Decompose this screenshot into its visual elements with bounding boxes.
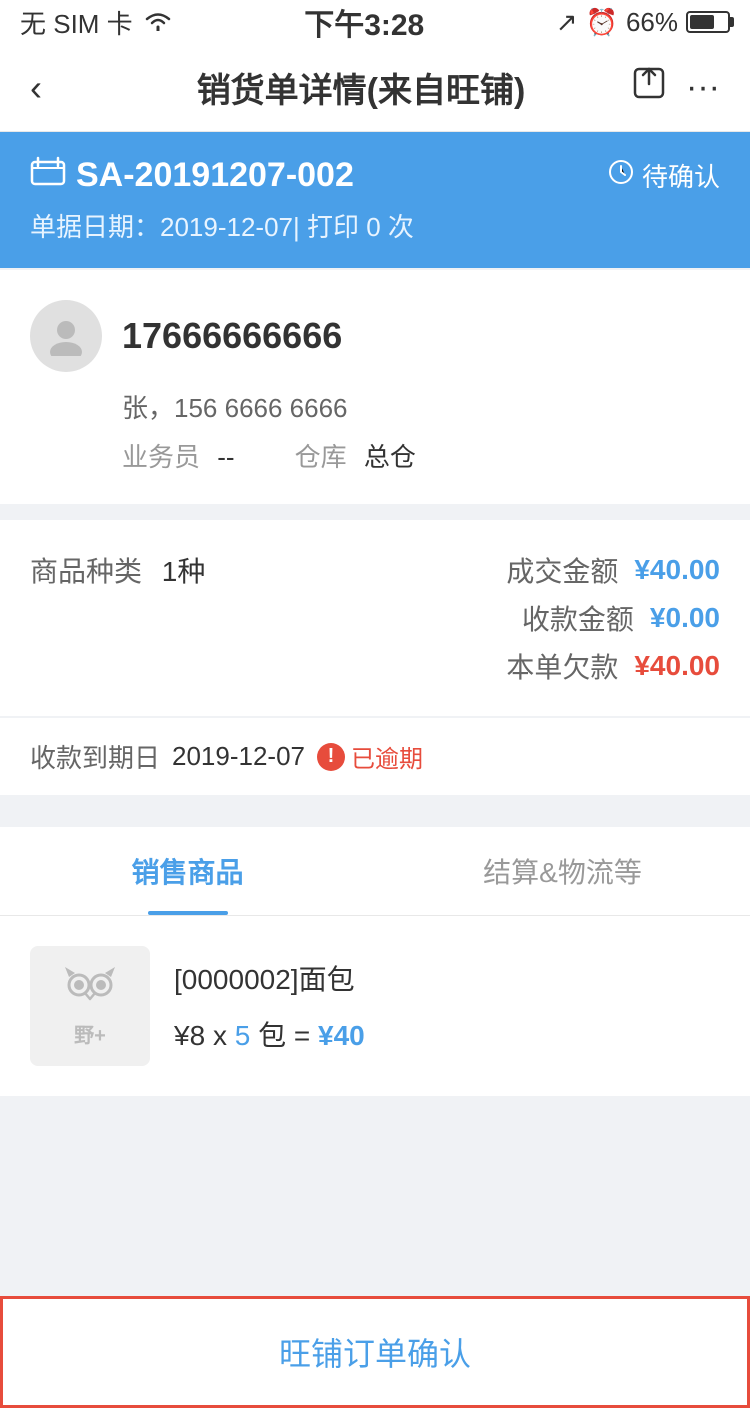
order-header: SA-20191207-002 待确认 单据日期：2019-12-07| 打印 … — [0, 132, 750, 268]
tabs-container: 销售商品 结算&物流等 — [0, 827, 750, 916]
due-date-section: 收款到期日 2019-12-07 ! 已逾期 — [0, 718, 750, 795]
customer-phone: 17666666666 — [122, 315, 342, 357]
order-icon — [30, 156, 66, 195]
product-item: 野+ [0000002]面包 ¥8 x 5 包 = ¥40 — [0, 916, 750, 1096]
summary-card: 商品种类 1种 成交金额 ¥40.00 收款金额 ¥0.00 本单欠款 ¥40.… — [0, 520, 750, 716]
product-price-row: ¥8 x 5 包 = ¥40 — [174, 1014, 720, 1054]
location-icon: ↗ — [556, 7, 578, 38]
status-time: 下午3:28 — [304, 0, 424, 44]
tab-active-indicator — [148, 911, 228, 915]
summary-right: 成交金额 ¥40.00 收款金额 ¥0.00 本单欠款 ¥40.00 — [506, 550, 720, 686]
brand-text: 野+ — [74, 1019, 106, 1048]
amount-item: 成交金额 ¥40.00 — [506, 550, 720, 590]
empty-content-area — [0, 1096, 750, 1296]
nav-bar: ‹ 销货单详情(来自旺铺) ··· — [0, 44, 750, 132]
product-name: [0000002]面包 — [174, 958, 720, 998]
battery-icon — [686, 11, 730, 33]
received-item: 收款金额 ¥0.00 — [522, 598, 720, 638]
products-section: 野+ [0000002]面包 ¥8 x 5 包 = ¥40 — [0, 916, 750, 1096]
order-date: 单据日期：2019-12-07| 打印 0 次 — [30, 207, 720, 244]
battery-percent: 66% — [626, 7, 678, 38]
tab-settlement[interactable]: 结算&物流等 — [375, 827, 750, 915]
product-types-item: 商品种类 1种 — [30, 550, 205, 590]
nav-actions: ··· — [632, 66, 720, 109]
alarm-icon: ⏰ — [586, 7, 618, 38]
status-right: ↗ ⏰ 66% — [556, 7, 730, 38]
divider-1 — [0, 504, 750, 520]
wifi-icon — [143, 7, 173, 38]
order-id: SA-20191207-002 — [30, 156, 354, 195]
sales-rep-section: 业务员 -- — [122, 437, 235, 474]
warehouse-section: 仓库 总仓 — [295, 437, 416, 474]
overdue-icon: ! — [317, 743, 345, 771]
brand-logo — [55, 965, 125, 1015]
status-clock-icon — [608, 159, 634, 192]
back-button[interactable]: ‹ — [30, 67, 90, 109]
tab-sales-products[interactable]: 销售商品 — [0, 827, 375, 915]
more-button[interactable]: ··· — [686, 68, 720, 107]
avatar — [30, 300, 102, 372]
customer-card: 17666666666 张，156 6666 6666 业务员 -- 仓库 总仓 — [0, 270, 750, 504]
divider-2 — [0, 795, 750, 811]
order-status: 待确认 — [608, 157, 720, 194]
owed-item: 本单欠款 ¥40.00 — [506, 646, 720, 686]
confirm-order-button[interactable]: 旺铺订单确认 — [279, 1319, 471, 1385]
status-bar: 无 SIM 卡 下午3:28 ↗ ⏰ 66% — [0, 0, 750, 44]
share-button[interactable] — [632, 66, 666, 109]
bottom-action-bar: 旺铺订单确认 — [0, 1296, 750, 1408]
carrier-text: 无 SIM 卡 — [20, 4, 133, 41]
product-info: [0000002]面包 ¥8 x 5 包 = ¥40 — [174, 958, 720, 1054]
page-title: 销货单详情(来自旺铺) — [197, 63, 526, 112]
summary-left: 商品种类 1种 — [30, 550, 205, 590]
customer-name: 张，156 6666 6666 — [30, 388, 720, 425]
customer-meta: 业务员 -- 仓库 总仓 — [30, 437, 720, 474]
overdue-badge: ! 已逾期 — [317, 739, 423, 774]
product-thumbnail: 野+ — [30, 946, 150, 1066]
status-carrier: 无 SIM 卡 — [20, 4, 173, 41]
